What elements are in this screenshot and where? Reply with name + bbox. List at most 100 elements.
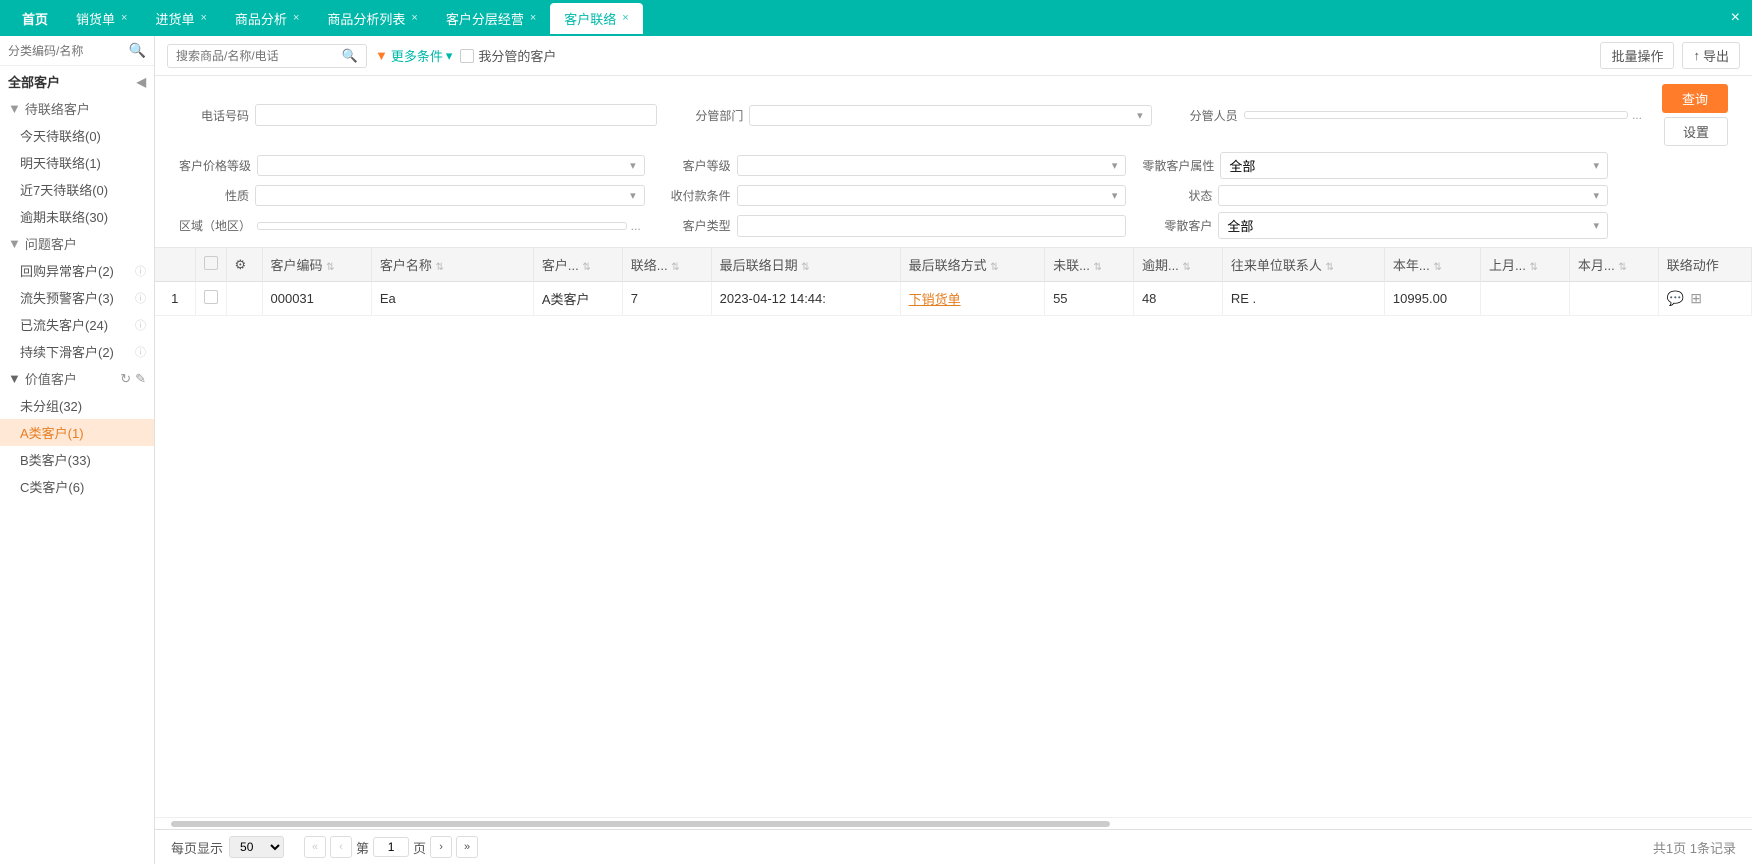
sort-code-icon[interactable]: ⇅ xyxy=(326,262,334,273)
prev-page-btn[interactable]: ‹ xyxy=(330,836,352,858)
cust-type-input[interactable] xyxy=(737,215,1127,237)
batch-op-label: 批量操作 xyxy=(1611,46,1663,65)
sort-type-icon[interactable]: ⇅ xyxy=(582,262,590,273)
batch-op-button[interactable]: 批量操作 xyxy=(1600,42,1674,69)
filter-search-input[interactable] xyxy=(176,49,342,63)
sidebar-item-today[interactable]: 今天待联络(0) xyxy=(0,122,154,149)
row-checkbox[interactable] xyxy=(204,290,218,304)
close-product-analysis-tab[interactable]: × xyxy=(293,12,299,24)
manager-ellipsis[interactable]: ... xyxy=(1628,108,1646,122)
content-area: 🔍 ▼ 更多条件 ▾ 我分管的客户 批量操作 ↑ 导出 xyxy=(155,36,1752,864)
col-type-label: 客户... xyxy=(542,258,579,273)
close-sales-tab[interactable]: × xyxy=(121,12,127,24)
payment-select[interactable]: ▾ xyxy=(737,185,1127,206)
sidebar-item-repurchase-abnormal[interactable]: 回购异常客户(2) ⓘ xyxy=(0,257,154,284)
last-page-btn[interactable]: » xyxy=(456,836,478,858)
price-grade-select[interactable]: ▾ xyxy=(257,155,645,176)
region-select[interactable] xyxy=(257,222,627,230)
cust-grade-select[interactable]: ▾ xyxy=(737,155,1127,176)
phone-label: 电话号码 xyxy=(179,107,249,124)
col-year-label: 本年... xyxy=(1393,258,1430,273)
col-gear-header[interactable]: ⚙ xyxy=(226,248,262,282)
row-uncontacted: 55 xyxy=(1045,282,1134,316)
all-customers-header[interactable]: 全部客户 ◀ xyxy=(0,66,154,95)
my-customers-checkbox[interactable] xyxy=(460,49,474,63)
dept-select[interactable]: ▾ xyxy=(749,105,1151,126)
group-problem-customers[interactable]: ▼ 问题客户 xyxy=(0,230,154,257)
sidebar-item-class-b[interactable]: B类客户(33) xyxy=(0,446,154,473)
tab-customer-contact[interactable]: 客户联络 × xyxy=(550,3,642,34)
info-icon4: ⓘ xyxy=(135,344,146,360)
sort-date-icon[interactable]: ⇅ xyxy=(801,262,809,273)
sidebar-item-overdue[interactable]: 逾期未联络(30) xyxy=(0,203,154,230)
close-customer-tier-tab[interactable]: × xyxy=(530,12,536,24)
retail-attr-select[interactable]: 全部 ▾ xyxy=(1220,152,1608,179)
status-select[interactable]: ▾ xyxy=(1218,185,1608,206)
chat-action-icon[interactable]: 💬 xyxy=(1667,290,1684,307)
col-last-month-label: 上月... xyxy=(1489,258,1526,273)
dept-label: 分管部门 xyxy=(673,107,743,124)
tab-purchase[interactable]: 进货单 × xyxy=(141,3,220,34)
row-last-method[interactable]: 下销货单 xyxy=(900,282,1044,316)
close-product-list-tab[interactable]: × xyxy=(411,12,417,24)
settings-button[interactable]: 设置 xyxy=(1664,117,1728,146)
row-name[interactable]: Ea xyxy=(371,282,533,316)
tab-product-list[interactable]: 商品分析列表 × xyxy=(313,3,431,34)
tab-sales[interactable]: 销货单 × xyxy=(62,3,141,34)
page-size-select[interactable]: 50 100 200 xyxy=(229,836,284,858)
refresh-icon[interactable]: ↻ xyxy=(120,371,131,387)
edit-icon[interactable]: ✎ xyxy=(135,371,146,387)
sidebar-item-churn-warning[interactable]: 流失预警客户(3) ⓘ xyxy=(0,284,154,311)
tab-product-analysis[interactable]: 商品分析 × xyxy=(221,3,313,34)
manager-select[interactable] xyxy=(1244,111,1628,119)
group-pending-contact[interactable]: ▼ 待联络客户 xyxy=(0,95,154,122)
sidebar-search-input[interactable] xyxy=(8,44,129,58)
sort-uncontacted-icon[interactable]: ⇅ xyxy=(1094,262,1102,273)
my-customers-filter[interactable]: 我分管的客户 xyxy=(460,46,556,65)
export-button[interactable]: ↑ 导出 xyxy=(1682,42,1740,69)
sort-year-icon[interactable]: ⇅ xyxy=(1433,262,1441,273)
group-value-customers[interactable]: ▼ 价值客户 ↻ ✎ xyxy=(0,365,154,392)
close-purchase-tab[interactable]: × xyxy=(200,12,206,24)
sort-lastmonth-icon[interactable]: ⇅ xyxy=(1529,262,1537,273)
select-all-checkbox[interactable] xyxy=(204,256,218,270)
row-last-month xyxy=(1481,282,1570,316)
page-number-input[interactable] xyxy=(373,837,409,857)
sidebar-item-7days[interactable]: 近7天待联络(0) xyxy=(0,176,154,203)
horizontal-scrollbar[interactable] xyxy=(171,821,1110,827)
sort-contact-icon[interactable]: ⇅ xyxy=(671,262,679,273)
sort-name-icon[interactable]: ⇅ xyxy=(436,262,444,273)
first-page-btn[interactable]: « xyxy=(304,836,326,858)
collapse-sidebar-icon[interactable]: ◀ xyxy=(137,75,146,89)
col-overdue-label: 逾期... xyxy=(1142,258,1179,273)
gear-icon[interactable]: ⚙ xyxy=(235,257,247,272)
sidebar-item-declining[interactable]: 持续下滑客户(2) ⓘ xyxy=(0,338,154,365)
next-page-btn[interactable]: › xyxy=(430,836,452,858)
tab-customer-tier[interactable]: 客户分层经营 × xyxy=(432,3,550,34)
sidebar-item-churned[interactable]: 已流失客户(24) ⓘ xyxy=(0,311,154,338)
sort-unit-icon[interactable]: ⇅ xyxy=(1325,262,1333,273)
page-label: 第 xyxy=(356,838,369,857)
horizontal-scrollbar-area[interactable] xyxy=(155,817,1752,829)
phone-input[interactable] xyxy=(255,104,657,126)
sidebar-search-icon[interactable]: 🔍 xyxy=(129,42,146,59)
more-conditions-btn[interactable]: ▼ 更多条件 ▾ xyxy=(375,46,452,65)
sort-method-icon[interactable]: ⇅ xyxy=(990,262,998,273)
nature-select[interactable]: ▾ xyxy=(255,185,645,206)
query-button[interactable]: 查询 xyxy=(1662,84,1728,113)
sidebar-item-tomorrow[interactable]: 明天待联络(1) xyxy=(0,149,154,176)
filter-search-icon[interactable]: 🔍 xyxy=(342,48,358,64)
sidebar-item-class-a[interactable]: A类客户(1) xyxy=(0,419,154,446)
sort-overdue-icon[interactable]: ⇅ xyxy=(1182,262,1190,273)
tab-home[interactable]: 首页 xyxy=(8,3,62,34)
group-value-label: 价值客户 xyxy=(25,369,77,388)
region-ellipsis[interactable]: ... xyxy=(627,219,645,233)
sort-thismonth-icon[interactable]: ⇅ xyxy=(1618,262,1626,273)
close-all-tabs[interactable]: × xyxy=(1731,9,1740,27)
retail-select[interactable]: 全部 ▾ xyxy=(1218,212,1608,239)
filter-cell-nature: 性质 ▾ xyxy=(171,185,653,206)
sidebar-item-ungrouped[interactable]: 未分组(32) xyxy=(0,392,154,419)
sidebar-item-class-c[interactable]: C类客户(6) xyxy=(0,473,154,500)
close-customer-contact-tab[interactable]: × xyxy=(622,12,628,24)
grid-action-icon[interactable]: ⊞ xyxy=(1690,290,1702,307)
